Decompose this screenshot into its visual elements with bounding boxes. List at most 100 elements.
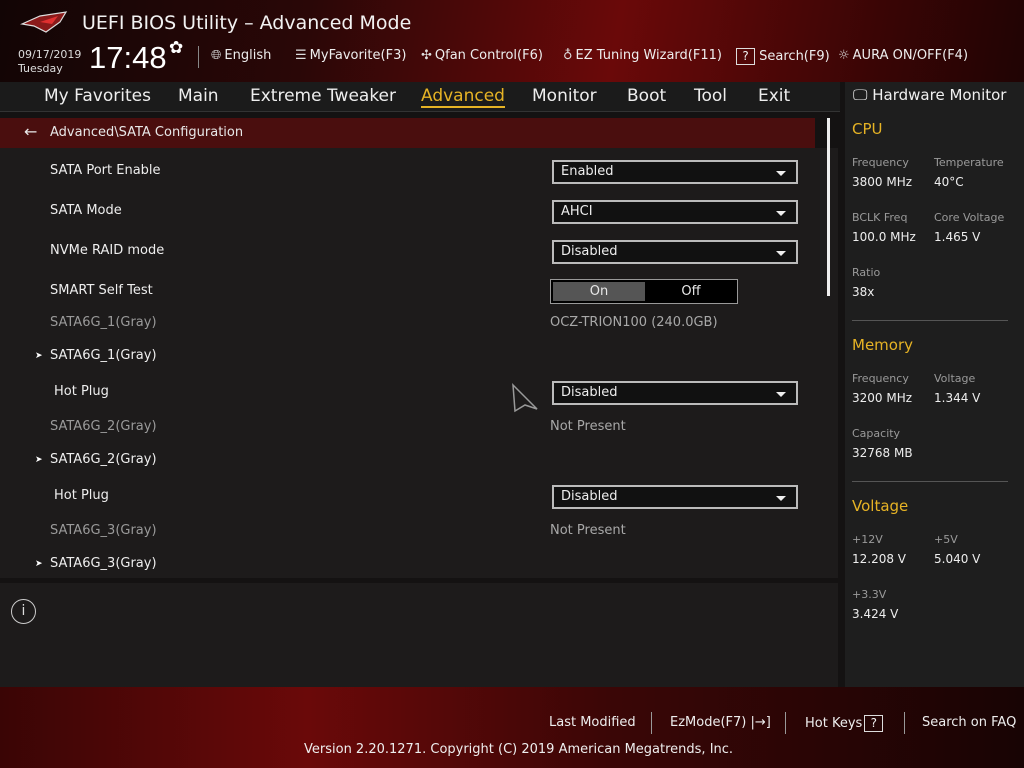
last-modified-button[interactable]: Last Modified — [549, 715, 636, 730]
ratio-label: Ratio — [852, 266, 881, 279]
submenu-sata6g-3[interactable]: SATA6G_3(Gray) — [50, 556, 157, 571]
select-value: Disabled — [561, 244, 618, 259]
bclk-label: BCLK Freq — [852, 211, 908, 224]
ezmode-label: EzMode(F7) — [670, 715, 747, 730]
hot-plug-1-select[interactable]: Disabled — [552, 381, 798, 405]
aura-light-icon: ☼ — [838, 48, 850, 63]
toggle-on[interactable]: On — [553, 282, 645, 301]
info-icon: i — [11, 599, 36, 624]
search-faq-button[interactable]: Search on FAQ — [922, 715, 1016, 730]
chevron-right-icon: ➤ — [35, 559, 43, 569]
voltage-section-title: Voltage — [852, 497, 909, 515]
monitor-icon: 🖵︎ — [853, 86, 868, 104]
capacity-label: Capacity — [852, 427, 901, 440]
breadcrumb: ← Advanced\SATA Configuration — [0, 118, 815, 148]
tab-exit[interactable]: Exit — [758, 86, 790, 106]
toggle-off[interactable]: Off — [645, 282, 737, 301]
setting-label: SATA6G_3(Gray) — [50, 523, 157, 538]
fan-icon: ✣ — [421, 48, 432, 63]
chevron-down-icon — [776, 392, 786, 397]
select-value: Disabled — [561, 489, 618, 504]
v5: 5.040 V — [934, 552, 981, 566]
main-tabs: My Favorites Main Extreme Tweaker Advanc… — [0, 82, 840, 112]
capacity: 32768 MB — [852, 446, 913, 460]
tool-label: AURA ON/OFF(F4) — [852, 48, 969, 63]
memory-frequency-label: Frequency — [852, 372, 909, 385]
hardware-monitor: 🖵︎ Hardware Monitor CPU Frequency 3800 M… — [845, 82, 1024, 687]
tool-label: English — [224, 48, 272, 63]
qfan-control-button[interactable]: ✣ Qfan Control(F6) — [421, 48, 543, 63]
favorite-list-icon: ☰ — [295, 48, 307, 63]
divider — [904, 712, 905, 734]
divider — [785, 712, 786, 734]
core-voltage-label: Core Voltage — [934, 211, 1005, 224]
submenu-sata6g-1[interactable]: SATA6G_1(Gray) — [50, 348, 157, 363]
myfavorite-button[interactable]: ☰ MyFavorite(F3) — [295, 48, 406, 63]
setting-label: SMART Self Test — [50, 283, 153, 298]
breadcrumb-path: Advanced\SATA Configuration — [50, 125, 244, 140]
v33-label: +3.3V — [852, 588, 887, 601]
select-value: Enabled — [561, 164, 614, 179]
divider — [198, 46, 199, 68]
chevron-down-icon — [776, 496, 786, 501]
memory-voltage-label: Voltage — [934, 372, 976, 385]
gear-icon[interactable]: ✿ — [169, 38, 183, 58]
sata-mode-select[interactable]: AHCI — [552, 200, 798, 224]
tool-label: Qfan Control(F6) — [434, 48, 543, 63]
hot-keys-button[interactable]: Hot Keys? — [805, 715, 884, 732]
core-voltage: 1.465 V — [934, 230, 981, 244]
setting-label: SATA Mode — [50, 203, 122, 218]
ez-tuning-wizard-button[interactable]: ♁ EZ Tuning Wizard(F11) — [563, 48, 722, 63]
ezmode-button[interactable]: EzMode(F7) |→] — [670, 715, 771, 730]
help-panel: i — [0, 583, 838, 687]
submenu-sata6g-2[interactable]: SATA6G_2(Gray) — [50, 452, 157, 467]
aura-toggle-button[interactable]: ☼ AURA ON/OFF(F4) — [838, 48, 968, 63]
tool-label: Search(F9) — [759, 49, 830, 64]
tab-main[interactable]: Main — [178, 86, 219, 106]
tab-extreme-tweaker[interactable]: Extreme Tweaker — [250, 86, 396, 106]
tool-label: EZ Tuning Wizard(F11) — [575, 48, 722, 63]
smart-self-test-toggle[interactable]: On Off — [550, 279, 738, 304]
hardware-monitor-title: 🖵︎ Hardware Monitor — [853, 86, 1006, 104]
tool-label: MyFavorite(F3) — [309, 48, 407, 63]
v12: 12.208 V — [852, 552, 907, 566]
select-value: AHCI — [561, 204, 593, 219]
chevron-down-icon — [776, 211, 786, 216]
mouse-cursor-icon — [512, 383, 538, 413]
exit-arrow-icon: |→] — [750, 715, 771, 730]
setting-label: SATA6G_1(Gray) — [50, 315, 157, 330]
tab-monitor[interactable]: Monitor — [532, 86, 597, 106]
chevron-right-icon: ➤ — [35, 351, 43, 361]
device-info: Not Present — [550, 523, 626, 538]
chevron-down-icon — [776, 251, 786, 256]
search-button[interactable]: ? Search(F9) — [734, 48, 830, 65]
hot-plug-2-select[interactable]: Disabled — [552, 485, 798, 509]
tab-boot[interactable]: Boot — [627, 86, 666, 106]
rog-logo — [20, 11, 68, 33]
setting-label: Hot Plug — [54, 488, 109, 503]
tab-tool[interactable]: Tool — [694, 86, 727, 106]
sata-port-enable-select[interactable]: Enabled — [552, 160, 798, 184]
date-display: 09/17/2019 Tuesday — [18, 48, 81, 76]
tab-my-favorites[interactable]: My Favorites — [44, 86, 151, 106]
language-button[interactable]: 🌐︎ English — [211, 48, 271, 63]
question-box-icon: ? — [864, 715, 884, 732]
chevron-right-icon: ➤ — [35, 455, 43, 465]
scrollbar[interactable] — [827, 118, 830, 296]
header: UEFI BIOS Utility – Advanced Mode 09/17/… — [0, 0, 1024, 82]
footer: Last Modified EzMode(F7) |→] Hot Keys? S… — [0, 687, 1024, 768]
device-info: OCZ-TRION100 (240.0GB) — [550, 315, 718, 330]
hot-keys-label: Hot Keys — [805, 716, 863, 731]
nvme-raid-mode-select[interactable]: Disabled — [552, 240, 798, 264]
cpu-frequency: 3800 MHz — [852, 175, 913, 189]
v12-label: +12V — [852, 533, 883, 546]
globe-icon: 🌐︎ — [211, 48, 222, 63]
back-arrow-icon[interactable]: ← — [24, 122, 37, 141]
copyright: Version 2.20.1271. Copyright (C) 2019 Am… — [304, 742, 734, 757]
cpu-section-title: CPU — [852, 120, 883, 138]
chevron-down-icon — [776, 171, 786, 176]
v5-label: +5V — [934, 533, 958, 546]
question-box-icon: ? — [736, 48, 755, 65]
setting-label: NVMe RAID mode — [50, 243, 165, 258]
tab-advanced[interactable]: Advanced — [421, 86, 505, 108]
